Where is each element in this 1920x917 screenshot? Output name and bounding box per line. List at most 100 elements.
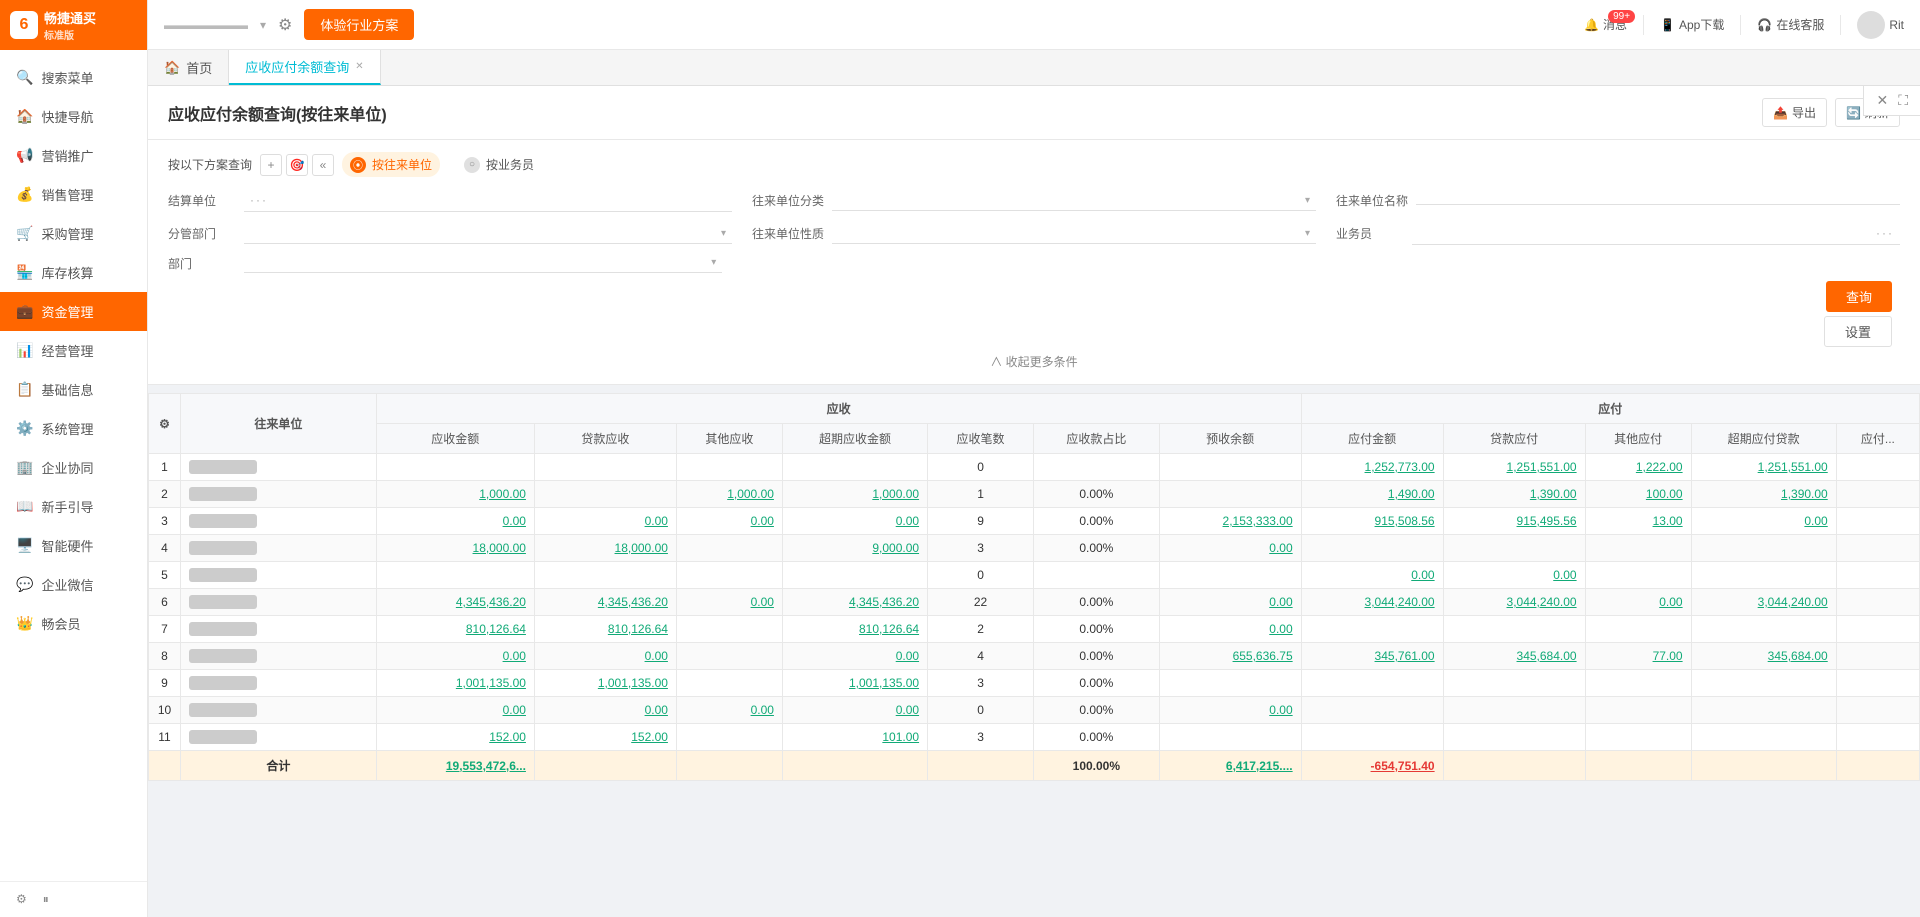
row-ap-loan[interactable]: 915,495.56 <box>1443 508 1585 535</box>
sidebar-item-hardware[interactable]: 🖥️ 智能硬件 <box>0 526 147 565</box>
row-ar-loan[interactable]: 18,000.00 <box>534 535 676 562</box>
row-ap-loan[interactable]: 345,684.00 <box>1443 643 1585 670</box>
sidebar-item-purchase[interactable]: 🛒 采购管理 <box>0 214 147 253</box>
scheme-option-byunit[interactable]: ⦿ 按往来单位 <box>342 152 440 177</box>
footer-ap-amount[interactable]: -654,751.40 <box>1301 751 1443 781</box>
row-ap-overdue[interactable]: 1,251,551.00 <box>1691 454 1836 481</box>
row-prepay[interactable]: 0.00 <box>1159 697 1301 724</box>
app-download-button[interactable]: 📱 App下载 <box>1660 16 1724 33</box>
row-ap-amount[interactable]: 915,508.56 <box>1301 508 1443 535</box>
row-ar-ratio[interactable]: 0.00% <box>1034 481 1160 508</box>
row-prepay[interactable]: 655,636.75 <box>1159 643 1301 670</box>
row-prepay[interactable]: 0.00 <box>1159 616 1301 643</box>
row-ar-overdue[interactable]: 810,126.64 <box>782 616 927 643</box>
row-ar-overdue[interactable]: 0.00 <box>782 643 927 670</box>
row-ap-overdue[interactable]: 345,684.00 <box>1691 643 1836 670</box>
settings-header-cell[interactable]: ⚙ <box>149 394 181 454</box>
row-ap-amount[interactable]: 3,044,240.00 <box>1301 589 1443 616</box>
row-ar-amount[interactable]: 0.00 <box>376 697 534 724</box>
table-settings-icon[interactable]: ⚙ <box>159 417 170 431</box>
row-ar-ratio[interactable]: 0.00% <box>1034 535 1160 562</box>
edit-scheme-button[interactable]: 🎯 <box>286 154 308 176</box>
row-ar-count[interactable]: 0 <box>928 562 1034 589</box>
row-ar-count[interactable]: 9 <box>928 508 1034 535</box>
row-ar-loan[interactable]: 4,345,436.20 <box>534 589 676 616</box>
row-ar-amount[interactable]: 1,000.00 <box>376 481 534 508</box>
sidebar-item-basic[interactable]: 📋 基础信息 <box>0 370 147 409</box>
row-ar-count[interactable]: 3 <box>928 670 1034 697</box>
row-ar-ratio[interactable]: 0.00% <box>1034 697 1160 724</box>
message-button[interactable]: 🔔 消息 99+ <box>1584 16 1627 33</box>
sidebar-item-sales[interactable]: 💰 销售管理 <box>0 175 147 214</box>
row-ap-overdue[interactable]: 3,044,240.00 <box>1691 589 1836 616</box>
row-ar-amount[interactable]: 0.00 <box>376 508 534 535</box>
row-ar-amount[interactable]: 18,000.00 <box>376 535 534 562</box>
sidebar-item-quicknav[interactable]: 🏠 快捷导航 <box>0 97 147 136</box>
row-ap-loan[interactable]: 0.00 <box>1443 562 1585 589</box>
row-ar-overdue[interactable]: 0.00 <box>782 508 927 535</box>
sidebar-item-member[interactable]: 👑 畅会员 <box>0 604 147 643</box>
user-menu[interactable]: Rit <box>1857 11 1904 39</box>
row-ap-amount[interactable]: 0.00 <box>1301 562 1443 589</box>
sidebar-item-search[interactable]: 🔍 搜索菜单 <box>0 58 147 97</box>
row-ap-other[interactable]: 1,222.00 <box>1585 454 1691 481</box>
tab-arbalance[interactable]: 应收应付余额查询 ✕ <box>229 50 380 85</box>
row-ar-ratio[interactable]: 0.00% <box>1034 724 1160 751</box>
row-ap-overdue[interactable]: 1,390.00 <box>1691 481 1836 508</box>
row-ar-other[interactable]: 1,000.00 <box>676 481 782 508</box>
row-ap-other[interactable]: 100.00 <box>1585 481 1691 508</box>
row-ar-count[interactable]: 0 <box>928 697 1034 724</box>
online-service-button[interactable]: 🎧 在线客服 <box>1757 16 1824 33</box>
row-ar-count[interactable]: 0 <box>928 454 1034 481</box>
row-ar-count[interactable]: 3 <box>928 724 1034 751</box>
row-ar-overdue[interactable]: 1,001,135.00 <box>782 670 927 697</box>
row-ar-other[interactable]: 0.00 <box>676 697 782 724</box>
row-ar-loan[interactable]: 0.00 <box>534 508 676 535</box>
row-ar-other[interactable]: 0.00 <box>676 589 782 616</box>
row-ar-overdue[interactable]: 101.00 <box>782 724 927 751</box>
row-ar-loan[interactable]: 1,001,135.00 <box>534 670 676 697</box>
chevron-down-icon[interactable]: ▾ <box>260 18 266 32</box>
maximize-window-button[interactable]: ⛶ <box>1894 90 1912 111</box>
row-ar-amount[interactable]: 810,126.64 <box>376 616 534 643</box>
settle-unit-input[interactable]: ··· <box>244 189 732 212</box>
collapse-link[interactable]: ⏸ <box>43 892 49 907</box>
row-ar-loan[interactable]: 0.00 <box>534 697 676 724</box>
row-ar-loan[interactable]: 0.00 <box>534 643 676 670</box>
sidebar-item-marketing[interactable]: 📢 营销推广 <box>0 136 147 175</box>
row-ap-other[interactable]: 77.00 <box>1585 643 1691 670</box>
row-ar-overdue[interactable]: 0.00 <box>782 697 927 724</box>
row-ar-ratio[interactable]: 0.00% <box>1034 670 1160 697</box>
sidebar-item-wechat[interactable]: 💬 企业微信 <box>0 565 147 604</box>
row-ar-amount[interactable]: 4,345,436.20 <box>376 589 534 616</box>
footer-ar-amount[interactable]: 19,553,472,6... <box>376 751 534 781</box>
row-ar-overdue[interactable]: 1,000.00 <box>782 481 927 508</box>
close-window-button[interactable]: ✕ <box>1872 90 1892 111</box>
row-ap-overdue[interactable]: 0.00 <box>1691 508 1836 535</box>
row-ar-loan[interactable]: 810,126.64 <box>534 616 676 643</box>
tab-close-icon[interactable]: ✕ <box>355 61 363 72</box>
row-ar-ratio[interactable]: 0.00% <box>1034 589 1160 616</box>
unit-name-input[interactable] <box>1416 196 1900 205</box>
row-ar-count[interactable]: 1 <box>928 481 1034 508</box>
row-ar-count[interactable]: 3 <box>928 535 1034 562</box>
sidebar-item-system[interactable]: ⚙️ 系统管理 <box>0 409 147 448</box>
sidebar-item-guide[interactable]: 📖 新手引导 <box>0 487 147 526</box>
row-ap-loan[interactable]: 1,251,551.00 <box>1443 454 1585 481</box>
export-button[interactable]: 📤 导出 <box>1762 98 1827 127</box>
settings-link[interactable]: ⚙ <box>16 892 27 907</box>
sidebar-item-enterprise[interactable]: 🏢 企业协同 <box>0 448 147 487</box>
row-ar-overdue[interactable]: 9,000.00 <box>782 535 927 562</box>
settings-button[interactable]: ⚙ <box>278 15 292 35</box>
query-button[interactable]: 查询 <box>1826 281 1892 312</box>
dept-manager-input[interactable]: ▾ <box>244 224 732 244</box>
sidebar-item-finance[interactable]: 💼 资金管理 <box>0 292 147 331</box>
row-ap-amount[interactable]: 1,490.00 <box>1301 481 1443 508</box>
dept-input[interactable]: ▾ <box>244 253 722 273</box>
salesman-input[interactable]: ··· <box>1412 222 1900 245</box>
collapse-scheme-button[interactable]: « <box>312 154 334 176</box>
row-ap-loan[interactable]: 1,390.00 <box>1443 481 1585 508</box>
sidebar-item-operation[interactable]: 📊 经营管理 <box>0 331 147 370</box>
row-ap-amount[interactable]: 1,252,773.00 <box>1301 454 1443 481</box>
row-ap-loan[interactable]: 3,044,240.00 <box>1443 589 1585 616</box>
